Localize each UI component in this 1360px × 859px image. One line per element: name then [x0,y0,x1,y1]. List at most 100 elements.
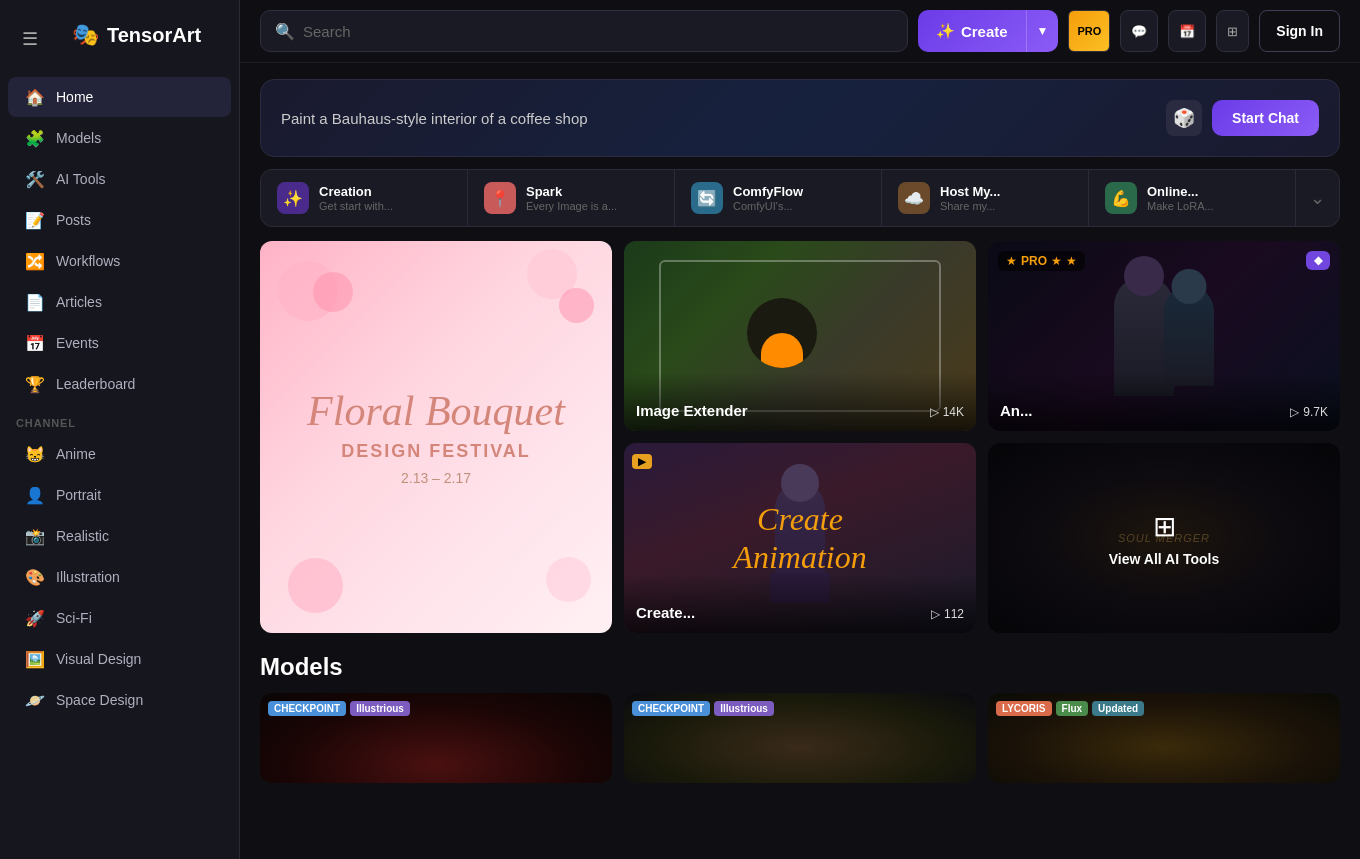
sidebar-item-portrait[interactable]: 👤 Portrait [8,475,231,515]
hero-prompt: Paint a Bauhaus-style interior of a coff… [281,110,588,127]
hamburger-menu[interactable]: ☰ [12,21,48,57]
create-dropdown-arrow[interactable]: ▼ [1027,10,1059,52]
tools-overlay: ⊞ View All AI Tools [988,443,1340,633]
logo[interactable]: 🎭 TensorArt [56,16,217,62]
anime-pro-badge: ◆ [1306,251,1330,270]
sidebar-header: ☰ 🎭 TensorArt [0,12,239,76]
posts-icon: 📝 [24,209,46,231]
calendar-button[interactable]: 📅 [1168,10,1206,52]
play-icon-3: ▷ [931,607,940,621]
comfyflow-title: ComfyFlow [733,184,803,199]
feature-tab-comfyflow[interactable]: 🔄 ComfyFlow ComfyUI's... [675,170,882,226]
sidebar-item-articles[interactable]: 📄 Articles [8,282,231,322]
sidebar-item-space-design[interactable]: 🪐 Space Design [8,680,231,720]
sidebar: ☰ 🎭 TensorArt 🏠 Home 🧩 Models 🛠️ AI Tool… [0,0,240,859]
create-button[interactable]: ✨ Create ▼ [918,10,1059,52]
pro-badge[interactable]: PRO [1068,10,1110,52]
sidebar-item-anime[interactable]: 😸 Anime [8,434,231,474]
feature-tab-spark[interactable]: 📍 Spark Every Image is a... [468,170,675,226]
view-all-ai-tools-card[interactable]: SOUL MERGER ⊞ View All AI Tools [988,443,1340,633]
channel-section-label: Channel [0,405,239,433]
image-extender-card[interactable]: Image Extender ▷ 14K [624,241,976,431]
floral-text: Floral Bouquet DESIGN FESTIVAL 2.13 – 2.… [287,368,585,505]
hero-actions: 🎲 Start Chat [1166,100,1319,136]
feature-tab-host-my[interactable]: ☁️ Host My... Share my... [882,170,1089,226]
feature-tabs: ✨ Creation Get start with... 📍 Spark Eve… [260,169,1340,227]
lycoris-badge: LYCORIS [996,701,1052,716]
sidebar-item-realistic[interactable]: 📸 Realistic [8,516,231,556]
sidebar-nav: 🏠 Home 🧩 Models 🛠️ AI Tools 📝 Posts 🔀 Wo… [0,76,239,405]
creation-subtitle: Get start with... [319,200,393,212]
sidebar-item-illustration[interactable]: 🎨 Illustration [8,557,231,597]
calendar-icon: 📅 [1179,24,1195,39]
spark-title: Spark [526,184,617,199]
sidebar-item-label: Realistic [56,528,109,544]
start-chat-button[interactable]: Start Chat [1212,100,1319,136]
search-input[interactable] [303,23,893,40]
sidebar-item-visual-design[interactable]: 🖼️ Visual Design [8,639,231,679]
image-extender-bg: Image Extender ▷ 14K [624,241,976,431]
feature-tab-text: ComfyFlow ComfyUI's... [733,184,803,212]
model-card-2[interactable]: CHECKPOINT Illustrious [624,693,976,783]
sidebar-item-leaderboard[interactable]: 🏆 Leaderboard [8,364,231,404]
anime-card-label: An... ▷ 9.7K [988,372,1340,431]
feature-tab-text: Spark Every Image is a... [526,184,617,212]
sidebar-item-ai-tools[interactable]: 🛠️ AI Tools [8,159,231,199]
create-anim-label: Create... ▷ 112 [624,574,976,633]
star-icon: ★ [1006,254,1017,268]
sidebar-item-sci-fi[interactable]: 🚀 Sci-Fi [8,598,231,638]
visual-design-icon: 🖼️ [24,648,46,670]
sidebar-item-label: Leaderboard [56,376,135,392]
star-icon-3: ★ [1066,254,1077,268]
soul-merger-bg: SOUL MERGER ⊞ View All AI Tools [988,443,1340,633]
illustrious-badge: Illustrious [350,701,410,716]
create-btn-main: ✨ Create [918,10,1027,52]
channel-nav: 😸 Anime 👤 Portrait 📸 Realistic 🎨 Illustr… [0,433,239,721]
random-prompt-button[interactable]: 🎲 [1166,100,1202,136]
sidebar-item-label: Posts [56,212,91,228]
create-animation-card[interactable]: Create Animation ▶ Create... ▷ 112 [624,443,976,633]
checkpoint-badge: CHECKPOINT [268,701,346,716]
signin-button[interactable]: Sign In [1259,10,1340,52]
sidebar-item-posts[interactable]: 📝 Posts [8,200,231,240]
anime-pro-card[interactable]: ◆ ★ PRO ★ ★ An... ▷ 9.7K [988,241,1340,431]
updated-badge: Updated [1092,701,1144,716]
diamond-icon: ◆ [1314,254,1322,266]
gothic-bg: ◆ ★ PRO ★ ★ An... ▷ 9.7K [988,241,1340,431]
more-tabs-button[interactable]: ⌄ [1296,170,1339,226]
sidebar-item-label: Visual Design [56,651,141,667]
comfyflow-subtitle: ComfyUI's... [733,200,803,212]
main-content: 🔍 ✨ Create ▼ PRO 💬 📅 ⊞ Sign In Paint a B… [240,0,1360,859]
feature-tab-online[interactable]: 💪 Online... Make LoRA... [1089,170,1296,226]
discord-button[interactable]: 💬 [1120,10,1158,52]
image-extender-stat: ▷ 14K [930,405,964,419]
online-icon: 💪 [1105,182,1137,214]
sidebar-item-models[interactable]: 🧩 Models [8,118,231,158]
feature-tab-text: Creation Get start with... [319,184,393,212]
floral-subtitle: DESIGN FESTIVAL [307,441,565,462]
feature-tab-text: Host My... Share my... [940,184,1000,212]
sidebar-item-label: Sci-Fi [56,610,92,626]
search-box[interactable]: 🔍 [260,10,908,52]
articles-icon: 📄 [24,291,46,313]
sidebar-item-home[interactable]: 🏠 Home [8,77,231,117]
models-section-title: Models [260,653,1340,681]
sidebar-item-label: Illustration [56,569,120,585]
model-card-3[interactable]: LYCORIS Flux Updated [988,693,1340,783]
image-extender-title: Image Extender [636,402,748,419]
sidebar-item-label: Workflows [56,253,120,269]
feature-tab-creation[interactable]: ✨ Creation Get start with... [261,170,468,226]
sidebar-item-label: Models [56,130,101,146]
sidebar-item-workflows[interactable]: 🔀 Workflows [8,241,231,281]
floral-date: 2.13 – 2.17 [307,470,565,486]
model-3-badges: LYCORIS Flux Updated [996,701,1144,716]
play-icon: ▷ [930,405,939,419]
model-1-badges: CHECKPOINT Illustrious [268,701,410,716]
floral-bouquet-card[interactable]: Floral Bouquet DESIGN FESTIVAL 2.13 – 2.… [260,241,612,633]
model-card-1[interactable]: CHECKPOINT Illustrious [260,693,612,783]
sidebar-item-events[interactable]: 📅 Events [8,323,231,363]
sidebar-item-label: Events [56,335,99,351]
apps-button[interactable]: ⊞ [1216,10,1249,52]
events-icon: 📅 [24,332,46,354]
models-icon: 🧩 [24,127,46,149]
